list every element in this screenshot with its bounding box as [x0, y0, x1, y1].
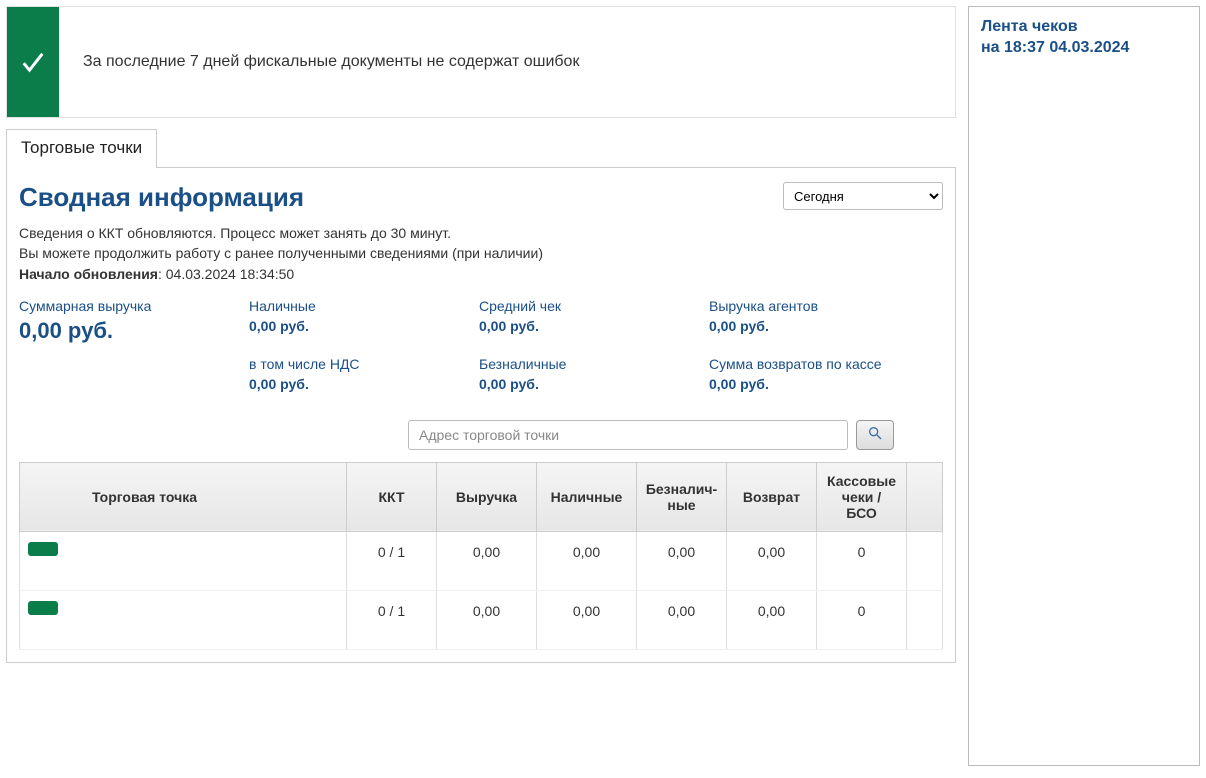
th-cash: Наличные [537, 462, 637, 531]
feed-timestamp: на 18:37 04.03.2024 [981, 38, 1187, 59]
th-checks: Кассовые чеки / БСО [817, 462, 907, 531]
metric-vat: в том числе НДС 0,00 руб. [249, 356, 439, 392]
info-line-1: Сведения о ККТ обновляются. Процесс може… [19, 223, 943, 243]
check-icon [7, 7, 59, 117]
search-input[interactable] [408, 420, 848, 450]
magnifier-icon [867, 425, 883, 444]
info-line-3-label: Начало обновления [19, 266, 158, 282]
search-button[interactable] [856, 420, 894, 450]
th-kkt: ККТ [347, 462, 437, 531]
receipts-feed-panel: Лента чеков на 18:37 04.03.2024 [968, 6, 1200, 766]
th-revenue: Выручка [437, 462, 537, 531]
metric-cash: Наличные 0,00 руб. [249, 298, 439, 334]
metric-cashless: Безналичные 0,00 руб. [479, 356, 669, 392]
table-row[interactable]: 0 / 1 0,00 0,00 0,00 0,00 0 [20, 590, 943, 649]
stores-table: Торговая точка ККТ Выручка Наличные Безн… [19, 462, 943, 650]
page-title: Сводная информация [19, 182, 304, 213]
metric-total-revenue: Суммарная выручка 0,00 руб. [19, 298, 209, 344]
summary-panel: Сводная информация Сегодня Сведения о КК… [6, 167, 956, 663]
store-status-icon [28, 601, 58, 615]
tab-stores[interactable]: Торговые точки [6, 129, 157, 168]
store-status-icon [28, 542, 58, 556]
table-row[interactable]: 0 / 1 0,00 0,00 0,00 0,00 0 [20, 531, 943, 590]
period-select[interactable]: Сегодня [783, 182, 943, 210]
feed-title: Лента чеков [981, 17, 1187, 38]
info-line-3-value: : 04.03.2024 18:34:50 [158, 266, 294, 282]
metric-agent-revenue: Выручка агентов 0,00 руб. [709, 298, 899, 334]
th-cashless: Безналич­ные [637, 462, 727, 531]
update-info: Сведения о ККТ обновляются. Процесс може… [19, 223, 943, 284]
th-point: Торговая точка [84, 462, 347, 531]
metric-returns: Сумма возвратов по кассе 0,00 руб. [709, 356, 899, 392]
info-line-2: Вы можете продолжить работу с ранее полу… [19, 243, 943, 263]
metric-avg-check: Средний чек 0,00 руб. [479, 298, 669, 334]
status-message: За последние 7 дней фискальные документы… [59, 53, 579, 71]
th-return: Возврат [727, 462, 817, 531]
status-banner: За последние 7 дней фискальные документы… [6, 6, 956, 118]
